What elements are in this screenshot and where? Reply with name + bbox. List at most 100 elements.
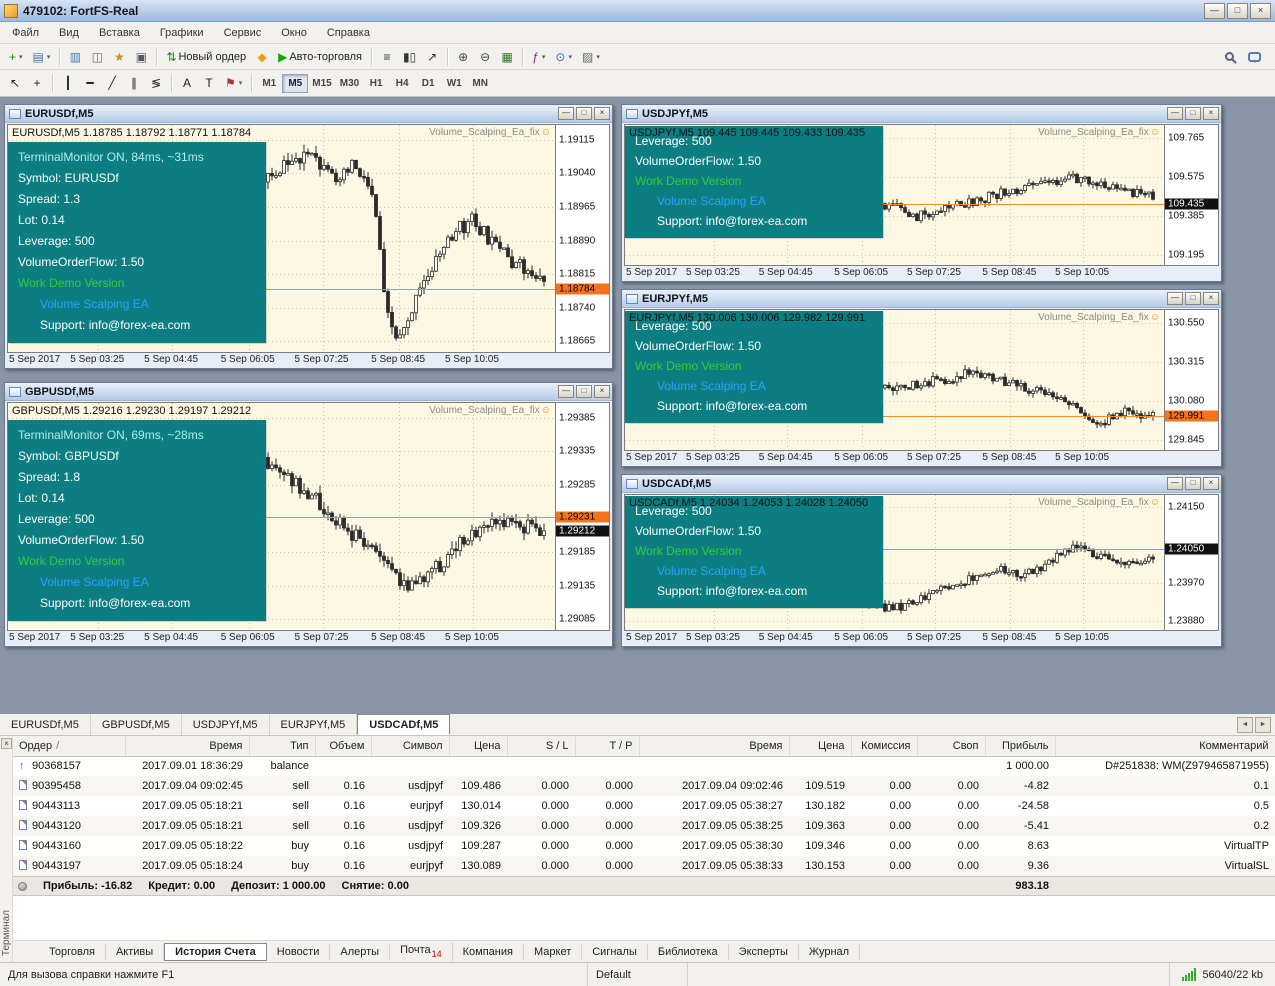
history-row-90443197[interactable]: 90443197 2017.09.05 05:18:24 buy 0.16 eurjpy… (13, 856, 1275, 876)
timeframe-d1-button[interactable]: D1 (415, 74, 441, 93)
autotrading-button[interactable]: ▶ Авто-торговля (273, 47, 367, 67)
window-minimize-button[interactable]: — (1204, 2, 1225, 19)
data-window-button[interactable]: ◫ (86, 47, 108, 67)
history-row-90395458[interactable]: 90395458 2017.09.04 09:02:45 sell 0.16 usdjp… (13, 776, 1275, 796)
chart-close-button[interactable]: × (1203, 292, 1219, 305)
menu-charts[interactable]: Графики (150, 24, 214, 42)
chart-plot-usdjpy[interactable]: USDJPYf,M5 109.445 109.445 109.433 109.4… (625, 125, 1164, 265)
timeframe-m30-button[interactable]: M30 (336, 74, 363, 93)
chart-candles-button[interactable]: ▮▯ (398, 47, 421, 67)
window-close-button[interactable]: × (1250, 2, 1271, 19)
chart-minimize-button[interactable]: — (558, 385, 574, 398)
chart-close-button[interactable]: × (594, 385, 610, 398)
timeframe-w1-button[interactable]: W1 (441, 74, 467, 93)
terminal-tab-experts[interactable]: Эксперты (729, 943, 799, 960)
chart-close-button[interactable]: × (1203, 107, 1219, 120)
text-button[interactable]: A (176, 73, 198, 93)
history-column-header[interactable]: Цена (449, 736, 508, 757)
chart-bars-button[interactable]: ≡ (376, 47, 398, 67)
templates-button[interactable]: ▨ ▾ (577, 47, 605, 67)
menu-file[interactable]: Файл (2, 24, 49, 42)
chart-tab-usdjpy[interactable]: USDJPYf,M5 (182, 714, 270, 735)
indicators-button[interactable]: ƒ ▾ (527, 47, 550, 67)
price-axis[interactable]: 130.550 130.315 130.080 129.845 129.991 (1164, 310, 1218, 450)
history-column-header[interactable]: Время (639, 736, 790, 757)
history-row-90368157[interactable]: ↑ 90368157 2017.09.01 18:36:29 balance 1 000… (13, 756, 1275, 776)
chart-minimize-button[interactable]: — (1167, 107, 1183, 120)
chat-icon[interactable] (1248, 51, 1261, 63)
chart-maximize-button[interactable]: □ (1185, 292, 1201, 305)
vertical-line-button[interactable]: ┃ (57, 73, 79, 93)
menu-service[interactable]: Сервис (214, 24, 272, 42)
metaeditor-button[interactable]: ◆ (251, 47, 273, 67)
chart-tab-eurusd[interactable]: EURUSDf,M5 (0, 714, 91, 735)
history-column-header[interactable]: Комментарий (1055, 736, 1275, 757)
terminal-tab-market[interactable]: Маркет (524, 943, 583, 960)
chart-plot-eurusd[interactable]: EURUSDf,M5 1.18785 1.18792 1.18771 1.187… (8, 125, 555, 352)
statusbar-connection[interactable]: 56040/22 kb (1170, 968, 1275, 981)
menu-insert[interactable]: Вставка (89, 24, 150, 42)
history-column-header[interactable]: Объем (315, 736, 372, 757)
history-column-header[interactable]: Своп (917, 736, 986, 757)
chart-titlebar-usdjpy[interactable]: USDJPYf,M5 — □ × (622, 105, 1221, 123)
chart-minimize-button[interactable]: — (1167, 477, 1183, 490)
terminal-tab-news[interactable]: Новости (267, 943, 331, 960)
arrows-button[interactable]: ⚑ ▾ (220, 73, 247, 93)
chart-tab-gbpusd[interactable]: GBPUSDf,M5 (91, 714, 182, 735)
terminal-close-icon[interactable]: × (1, 738, 12, 749)
statusbar-profile[interactable]: Default (588, 963, 688, 986)
chart-close-button[interactable]: × (1203, 477, 1219, 490)
price-axis[interactable]: 1.24150 1.23970 1.23880 1.24050 (1164, 495, 1218, 630)
zoom-out-button[interactable]: ⊖ (474, 47, 496, 67)
app-titlebar[interactable]: 479102: FortFS-Real — □ × (0, 0, 1275, 22)
market-watch-button[interactable]: ▥ (64, 47, 86, 67)
history-column-header[interactable]: Цена (789, 736, 852, 757)
terminal-tab-mail[interactable]: Почта14 (390, 942, 453, 961)
chart-titlebar-gbpusd[interactable]: GBPUSDf,M5 — □ × (5, 383, 612, 401)
menu-help[interactable]: Справка (317, 24, 380, 42)
timeframe-h1-button[interactable]: H1 (363, 74, 389, 93)
price-axis[interactable]: 1.29385 1.29335 1.29285 1.29185 1.29135 1.290… (555, 403, 609, 630)
tile-windows-button[interactable]: ▦ (496, 47, 518, 67)
tab-scroll-left-icon[interactable]: ◄ (1237, 716, 1253, 733)
history-column-header[interactable]: Ордер / (13, 736, 126, 757)
chart-tab-usdcad[interactable]: USDCADf,M5 (357, 714, 451, 735)
chart-minimize-button[interactable]: — (1167, 292, 1183, 305)
history-column-header[interactable]: Время (125, 736, 250, 757)
fibonacci-button[interactable]: ≶ (145, 73, 167, 93)
terminal-panel-button[interactable]: ▣ (130, 47, 152, 67)
search-icon[interactable] (1225, 52, 1234, 61)
history-column-header[interactable]: Тип (249, 736, 316, 757)
label-button[interactable]: T (198, 73, 220, 93)
chart-plot-usdcad[interactable]: USDCADf,M5 1.24034 1.24053 1.24028 1.240… (625, 495, 1164, 630)
chart-titlebar-eurusd[interactable]: EURUSDf,M5 — □ × (5, 105, 612, 123)
terminal-tab-alerts[interactable]: Алерты (330, 943, 391, 960)
new-chart-button[interactable]: + ▾ (4, 47, 28, 67)
chart-close-button[interactable]: × (594, 107, 610, 120)
terminal-tab-trade[interactable]: Торговля (39, 943, 106, 960)
terminal-tab-journal[interactable]: Журнал (799, 943, 861, 960)
history-row-90443120[interactable]: 90443120 2017.09.05 05:18:21 sell 0.16 usdjp… (13, 816, 1275, 836)
timeframe-h4-button[interactable]: H4 (389, 74, 415, 93)
chart-line-button[interactable]: ↗ (421, 47, 443, 67)
profiles-button[interactable]: ▤ ▾ (28, 47, 56, 67)
history-column-header[interactable]: T / P (575, 736, 640, 757)
history-row-90443113[interactable]: 90443113 2017.09.05 05:18:21 sell 0.16 eurjp… (13, 796, 1275, 816)
history-column-header[interactable]: Символ (371, 736, 450, 757)
history-column-header[interactable]: S / L (507, 736, 576, 757)
terminal-tab-company[interactable]: Компания (453, 943, 524, 960)
chart-tab-eurjpy[interactable]: EURJPYf,M5 (270, 714, 358, 735)
chart-plot-eurjpy[interactable]: EURJPYf,M5 130.006 130.006 129.982 129.9… (625, 310, 1164, 450)
terminal-tab-assets[interactable]: Активы (106, 943, 165, 960)
chart-maximize-button[interactable]: □ (576, 385, 592, 398)
history-column-header[interactable]: Прибыль (985, 736, 1056, 757)
history-row-90443160[interactable]: 90443160 2017.09.05 05:18:22 buy 0.16 usdjpy… (13, 836, 1275, 856)
history-column-header[interactable]: Комиссия (851, 736, 918, 757)
periods-button[interactable]: ⊙ ▾ (550, 47, 577, 67)
channel-button[interactable]: ∥ (123, 73, 145, 93)
menu-view[interactable]: Вид (49, 24, 89, 42)
navigator-button[interactable]: ★ (108, 47, 130, 67)
chart-plot-gbpusd[interactable]: GBPUSDf,M5 1.29216 1.29230 1.29197 1.292… (8, 403, 555, 630)
timeframe-m15-button[interactable]: M15 (308, 74, 335, 93)
chart-minimize-button[interactable]: — (558, 107, 574, 120)
